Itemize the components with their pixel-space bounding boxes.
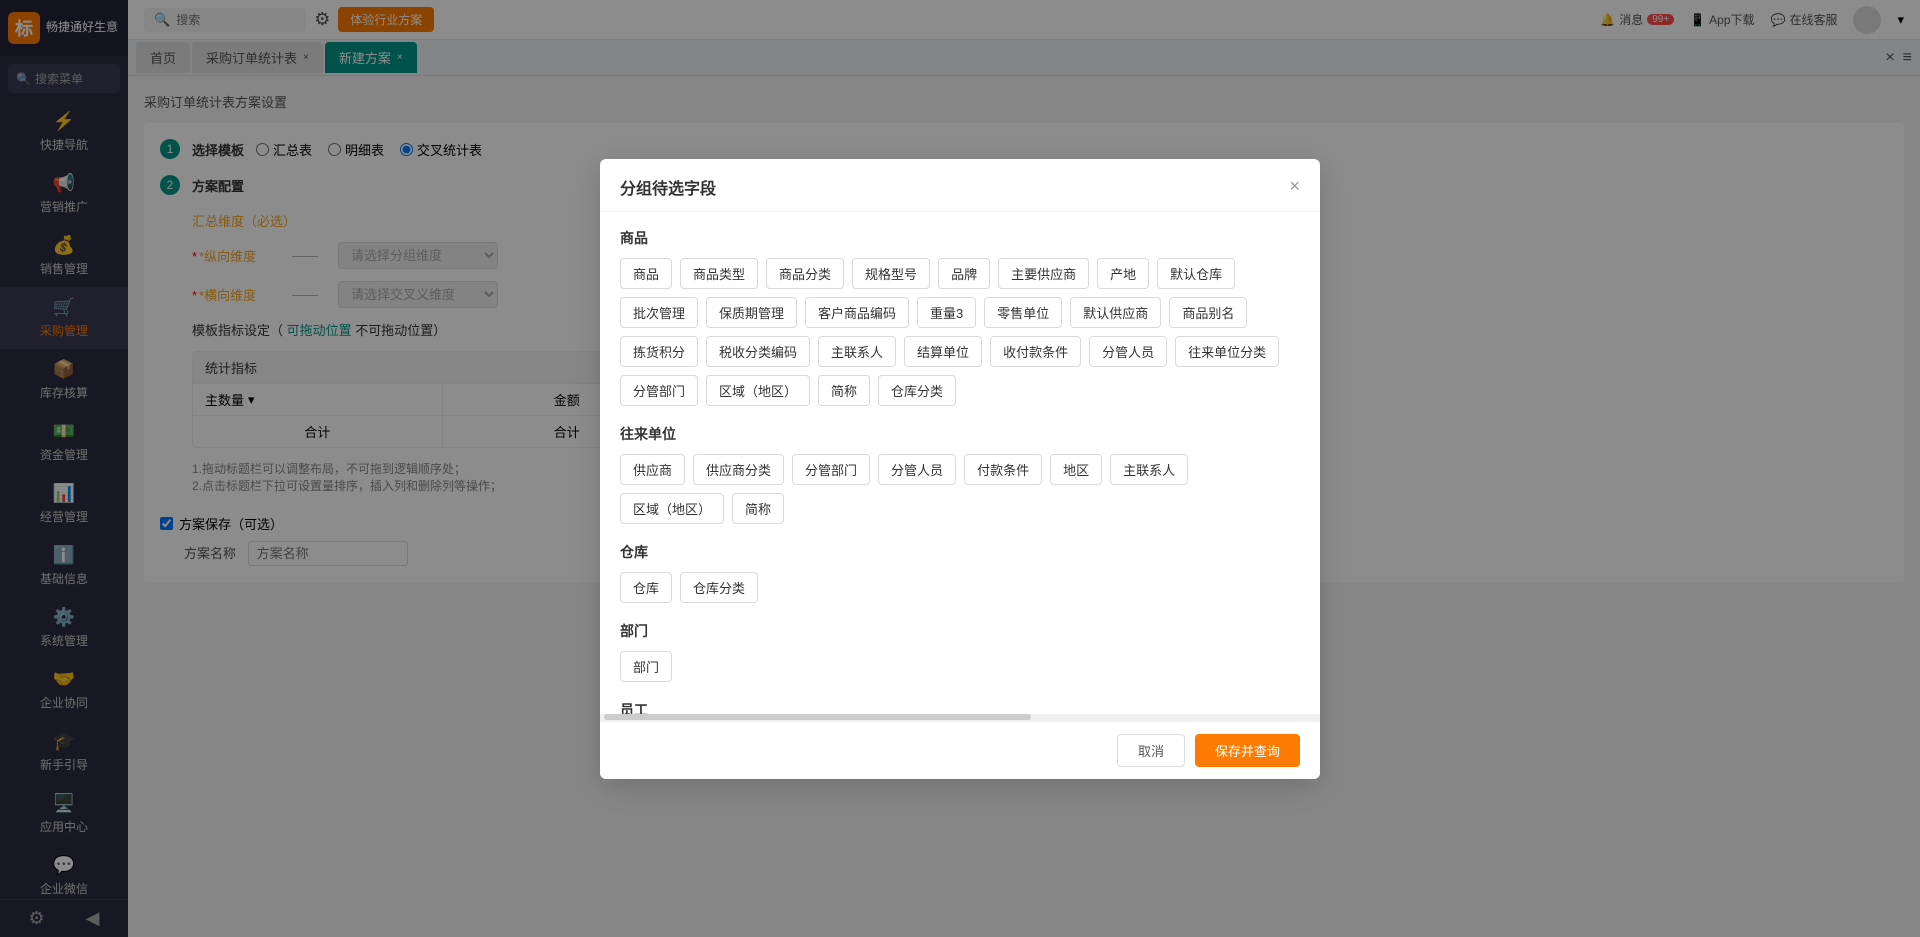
field-tag-goods-16[interactable]: 税收分类编码 xyxy=(706,336,810,367)
dialog-title: 分组待选字段 xyxy=(620,175,716,199)
dialog-close-button[interactable]: × xyxy=(1289,176,1300,197)
field-group-staff: 员工 业务员 xyxy=(620,700,1300,714)
field-group-partner-title: 往来单位 xyxy=(620,424,1300,444)
field-tag-goods-11[interactable]: 重量3 xyxy=(917,297,976,328)
field-tag-partner-0[interactable]: 供应商 xyxy=(620,454,685,485)
field-tag-goods-1[interactable]: 商品类型 xyxy=(680,258,758,289)
field-tag-goods-18[interactable]: 结算单位 xyxy=(904,336,982,367)
field-tag-goods-8[interactable]: 批次管理 xyxy=(620,297,698,328)
field-tags-goods: 商品 商品类型 商品分类 规格型号 品牌 主要供应商 产地 默认仓库 批次管理 … xyxy=(620,258,1300,406)
field-tag-goods-3[interactable]: 规格型号 xyxy=(852,258,930,289)
field-tag-goods-19[interactable]: 收付款条件 xyxy=(990,336,1081,367)
field-tag-goods-0[interactable]: 商品 xyxy=(620,258,672,289)
field-tags-dept: 部门 xyxy=(620,651,1300,682)
field-tag-partner-2[interactable]: 分管部门 xyxy=(792,454,870,485)
field-tag-goods-9[interactable]: 保质期管理 xyxy=(706,297,797,328)
field-tag-goods-2[interactable]: 商品分类 xyxy=(766,258,844,289)
cancel-button[interactable]: 取消 xyxy=(1117,734,1185,767)
field-tag-goods-6[interactable]: 产地 xyxy=(1097,258,1149,289)
field-tag-goods-24[interactable]: 简称 xyxy=(818,375,870,406)
scrollbar-thumb[interactable] xyxy=(604,714,1031,720)
field-tag-goods-7[interactable]: 默认仓库 xyxy=(1157,258,1235,289)
field-tag-goods-10[interactable]: 客户商品编码 xyxy=(805,297,909,328)
confirm-button[interactable]: 保存并查询 xyxy=(1195,734,1300,767)
dialog-horizontal-scrollbar[interactable] xyxy=(600,714,1320,721)
field-tags-warehouse: 仓库 仓库分类 xyxy=(620,572,1300,603)
field-tag-warehouse-0[interactable]: 仓库 xyxy=(620,572,672,603)
field-tag-goods-20[interactable]: 分管人员 xyxy=(1089,336,1167,367)
dialog-footer: 取消 保存并查询 xyxy=(600,721,1320,779)
field-tag-goods-13[interactable]: 默认供应商 xyxy=(1070,297,1161,328)
field-group-goods: 商品 商品 商品类型 商品分类 规格型号 品牌 主要供应商 产地 默认仓库 批次… xyxy=(620,228,1300,406)
field-tag-goods-23[interactable]: 区域（地区） xyxy=(706,375,810,406)
dialog-body: 商品 商品 商品类型 商品分类 规格型号 品牌 主要供应商 产地 默认仓库 批次… xyxy=(600,212,1320,714)
field-tag-goods-25[interactable]: 仓库分类 xyxy=(878,375,956,406)
field-tag-dept-0[interactable]: 部门 xyxy=(620,651,672,682)
field-tag-partner-4[interactable]: 付款条件 xyxy=(964,454,1042,485)
field-tag-warehouse-1[interactable]: 仓库分类 xyxy=(680,572,758,603)
field-tag-goods-12[interactable]: 零售单位 xyxy=(984,297,1062,328)
field-group-partner: 往来单位 供应商 供应商分类 分管部门 分管人员 付款条件 地区 主联系人 区域… xyxy=(620,424,1300,524)
field-tag-partner-7[interactable]: 区域（地区） xyxy=(620,493,724,524)
field-group-goods-title: 商品 xyxy=(620,228,1300,248)
field-tag-partner-6[interactable]: 主联系人 xyxy=(1110,454,1188,485)
field-tag-goods-21[interactable]: 往来单位分类 xyxy=(1175,336,1279,367)
field-tag-partner-8[interactable]: 简称 xyxy=(732,493,784,524)
field-tags-partner: 供应商 供应商分类 分管部门 分管人员 付款条件 地区 主联系人 区域（地区） … xyxy=(620,454,1300,524)
field-tag-goods-4[interactable]: 品牌 xyxy=(938,258,990,289)
field-group-dept: 部门 部门 xyxy=(620,621,1300,682)
field-tag-goods-22[interactable]: 分管部门 xyxy=(620,375,698,406)
field-group-warehouse-title: 仓库 xyxy=(620,542,1300,562)
field-tag-goods-15[interactable]: 拣货积分 xyxy=(620,336,698,367)
field-group-warehouse: 仓库 仓库 仓库分类 xyxy=(620,542,1300,603)
modal-overlay: 分组待选字段 × 商品 商品 商品类型 商品分类 规格型号 品牌 主要供应商 产… xyxy=(0,0,1920,937)
field-tag-goods-5[interactable]: 主要供应商 xyxy=(998,258,1089,289)
field-select-dialog: 分组待选字段 × 商品 商品 商品类型 商品分类 规格型号 品牌 主要供应商 产… xyxy=(600,159,1320,779)
field-tag-partner-1[interactable]: 供应商分类 xyxy=(693,454,784,485)
field-group-dept-title: 部门 xyxy=(620,621,1300,641)
field-tag-goods-14[interactable]: 商品别名 xyxy=(1169,297,1247,328)
field-tag-partner-5[interactable]: 地区 xyxy=(1050,454,1102,485)
field-tag-partner-3[interactable]: 分管人员 xyxy=(878,454,956,485)
field-tag-goods-17[interactable]: 主联系人 xyxy=(818,336,896,367)
field-group-staff-title: 员工 xyxy=(620,700,1300,714)
dialog-header: 分组待选字段 × xyxy=(600,159,1320,212)
